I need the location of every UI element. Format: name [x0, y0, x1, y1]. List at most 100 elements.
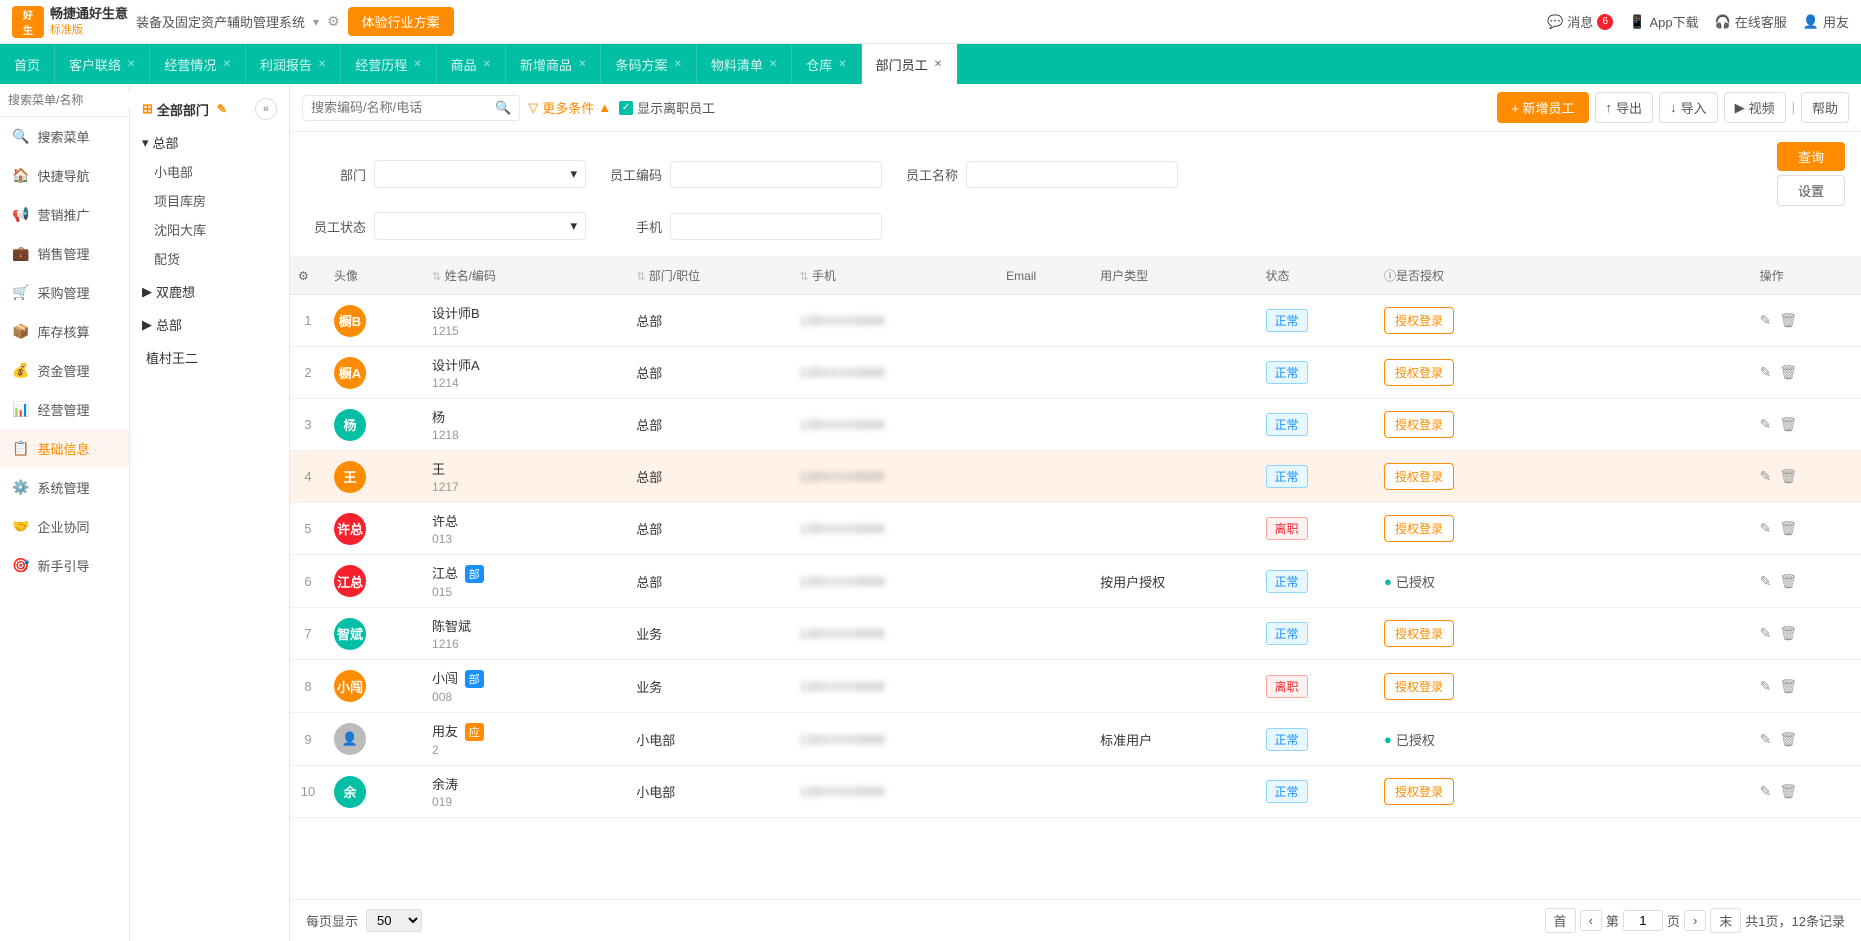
emp-name-input[interactable]: [966, 161, 1178, 188]
delete-icon[interactable]: 🗑: [1779, 573, 1797, 590]
sidebar-item-inventory[interactable]: 📦库存核算: [0, 312, 129, 351]
delete-icon[interactable]: 🗑: [1779, 520, 1797, 537]
nav-tab-warehouse[interactable]: 仓库 ✕: [792, 44, 861, 84]
nav-tab-goods[interactable]: 商品 ✕: [437, 44, 506, 84]
sub-item-shenyang[interactable]: 沈阳大库: [130, 215, 289, 244]
search-btn[interactable]: 查询: [1777, 142, 1845, 171]
nav-tab-bom-close[interactable]: ✕: [769, 59, 777, 70]
nav-tab-history-close[interactable]: ✕: [413, 59, 421, 70]
delete-icon[interactable]: 🗑: [1779, 625, 1797, 642]
nav-tab-operation-close[interactable]: ✕: [222, 59, 230, 70]
sidebar-item-basic[interactable]: 📋基础信息: [0, 429, 129, 468]
sidebar-item-guide[interactable]: 🎯新手引导: [0, 546, 129, 585]
dept-select[interactable]: ▾: [374, 160, 586, 188]
page-input[interactable]: [1623, 910, 1663, 931]
system-title-chevron[interactable]: ▾: [313, 15, 319, 29]
edit-icon[interactable]: ✎: [1760, 783, 1772, 800]
sidebar-item-nav[interactable]: 🏠快捷导航: [0, 156, 129, 195]
user-item[interactable]: 👤 用友: [1803, 12, 1849, 31]
sort-name-icon[interactable]: ⇅: [432, 271, 441, 283]
edit-icon[interactable]: ✎: [1760, 364, 1772, 381]
import-btn[interactable]: ↓ 导入: [1659, 92, 1718, 123]
delete-icon[interactable]: 🗑: [1779, 312, 1797, 329]
sub-group-headquarters-title[interactable]: ▾ 总部: [130, 128, 289, 157]
sort-phone-icon[interactable]: ⇅: [799, 271, 808, 283]
auth-btn[interactable]: 授权登录: [1384, 673, 1454, 700]
nav-tab-staff-close[interactable]: ✕: [934, 59, 942, 70]
edit-icon[interactable]: ✎: [1760, 468, 1772, 485]
sub-item-xiaodian[interactable]: 小电部: [130, 157, 289, 186]
sidebar-item-system[interactable]: ⚙️系统管理: [0, 468, 129, 507]
col-phone[interactable]: ⇅ 手机: [791, 257, 998, 295]
col-settings[interactable]: ⚙: [290, 257, 326, 295]
sidebar-item-ops[interactable]: 📊经营管理: [0, 390, 129, 429]
next-page-btn[interactable]: ›: [1684, 910, 1706, 931]
search-input[interactable]: [311, 100, 491, 115]
nav-tab-goods-close[interactable]: ✕: [483, 59, 491, 70]
sub-group-shuanglu-title[interactable]: ▶ 双鹿想: [130, 277, 289, 306]
first-page-btn[interactable]: 首: [1545, 908, 1576, 933]
show-resigned-toggle[interactable]: ✓ 显示离职员工: [619, 98, 715, 117]
nav-tab-barcode[interactable]: 条码方案 ✕: [601, 44, 696, 84]
auth-btn[interactable]: 授权登录: [1384, 778, 1454, 805]
sub-item-peihuo[interactable]: 配货: [130, 244, 289, 273]
auth-btn[interactable]: 授权登录: [1384, 515, 1454, 542]
nav-tab-new-goods[interactable]: 新增商品 ✕: [506, 44, 601, 84]
app-download-item[interactable]: 📱 App下载: [1629, 12, 1698, 31]
sidebar-item-sales[interactable]: 💼销售管理: [0, 234, 129, 273]
sort-dept-icon[interactable]: ⇅: [636, 271, 645, 283]
sub-item-project[interactable]: 项目库房: [130, 186, 289, 215]
phone-input[interactable]: [670, 213, 882, 240]
nav-tab-home[interactable]: 首页: [0, 44, 55, 84]
edit-icon[interactable]: ✎: [1760, 625, 1772, 642]
nav-tab-staff[interactable]: 部门员工 ✕: [862, 44, 957, 84]
sub-group-zongbu-title[interactable]: ▶ 总部: [130, 310, 289, 339]
edit-icon[interactable]: ✎: [1760, 573, 1772, 590]
auth-btn[interactable]: 授权登录: [1384, 359, 1454, 386]
per-page-select[interactable]: 50 100 200: [366, 909, 422, 932]
nav-tab-profit-close[interactable]: ✕: [318, 59, 326, 70]
sidebar-item-purchase[interactable]: 🛒采购管理: [0, 273, 129, 312]
prev-page-btn[interactable]: ‹: [1580, 910, 1602, 931]
edit-icon[interactable]: ✎: [1760, 731, 1772, 748]
auth-btn[interactable]: 授权登录: [1384, 463, 1454, 490]
delete-icon[interactable]: 🗑: [1779, 783, 1797, 800]
edit-icon[interactable]: ✎: [1760, 312, 1772, 329]
sub-group-zhicun-title[interactable]: 植村王二: [130, 343, 289, 372]
view-btn[interactable]: ▶ 视频: [1724, 92, 1786, 123]
more-filter-btn[interactable]: ▽ 更多条件 ▲: [528, 98, 611, 117]
message-item[interactable]: 💬 消息 6: [1547, 12, 1613, 31]
nav-tab-barcode-close[interactable]: ✕: [673, 59, 681, 70]
col-name[interactable]: ⇅ 姓名/编码: [424, 257, 628, 295]
nav-tab-history[interactable]: 经营历程 ✕: [341, 44, 436, 84]
emp-code-input[interactable]: [670, 161, 882, 188]
nav-tab-new-goods-close[interactable]: ✕: [578, 59, 586, 70]
set-btn[interactable]: 设置: [1777, 175, 1845, 206]
sidebar-item-marketing[interactable]: 📢营销推广: [0, 195, 129, 234]
last-page-btn[interactable]: 末: [1710, 908, 1741, 933]
search-box[interactable]: 🔍: [302, 95, 520, 121]
nav-tab-bom[interactable]: 物料清单 ✕: [697, 44, 792, 84]
edit-icon[interactable]: ✎: [1760, 678, 1772, 695]
auth-btn[interactable]: 授权登录: [1384, 620, 1454, 647]
sidebar-item-search[interactable]: 🔍搜索菜单: [0, 117, 129, 156]
nav-tab-customer-close[interactable]: ✕: [127, 59, 135, 70]
delete-icon[interactable]: 🗑: [1779, 731, 1797, 748]
edit-icon[interactable]: ✎: [1760, 416, 1772, 433]
emp-status-select[interactable]: ▾: [374, 212, 586, 240]
nav-tab-profit[interactable]: 利润报告 ✕: [246, 44, 341, 84]
nav-tab-customer[interactable]: 客户联络 ✕: [55, 44, 150, 84]
nav-tab-operation[interactable]: 经营情况 ✕: [150, 44, 245, 84]
settings-icon[interactable]: ⚙: [327, 13, 340, 30]
delete-icon[interactable]: 🗑: [1779, 416, 1797, 433]
sidebar-search-box[interactable]: 🔍: [0, 84, 129, 117]
auth-btn[interactable]: 授权登录: [1384, 307, 1454, 334]
show-resigned-checkbox[interactable]: ✓: [619, 101, 633, 115]
online-service-item[interactable]: 🎧 在线客服: [1715, 12, 1787, 31]
help-btn[interactable]: 帮助: [1801, 92, 1849, 123]
sub-sidebar-edit-icon[interactable]: ✎: [217, 102, 227, 116]
delete-icon[interactable]: 🗑: [1779, 364, 1797, 381]
sidebar-item-finance[interactable]: 💰资金管理: [0, 351, 129, 390]
delete-icon[interactable]: 🗑: [1779, 678, 1797, 695]
trial-button[interactable]: 体验行业方案: [348, 7, 454, 36]
